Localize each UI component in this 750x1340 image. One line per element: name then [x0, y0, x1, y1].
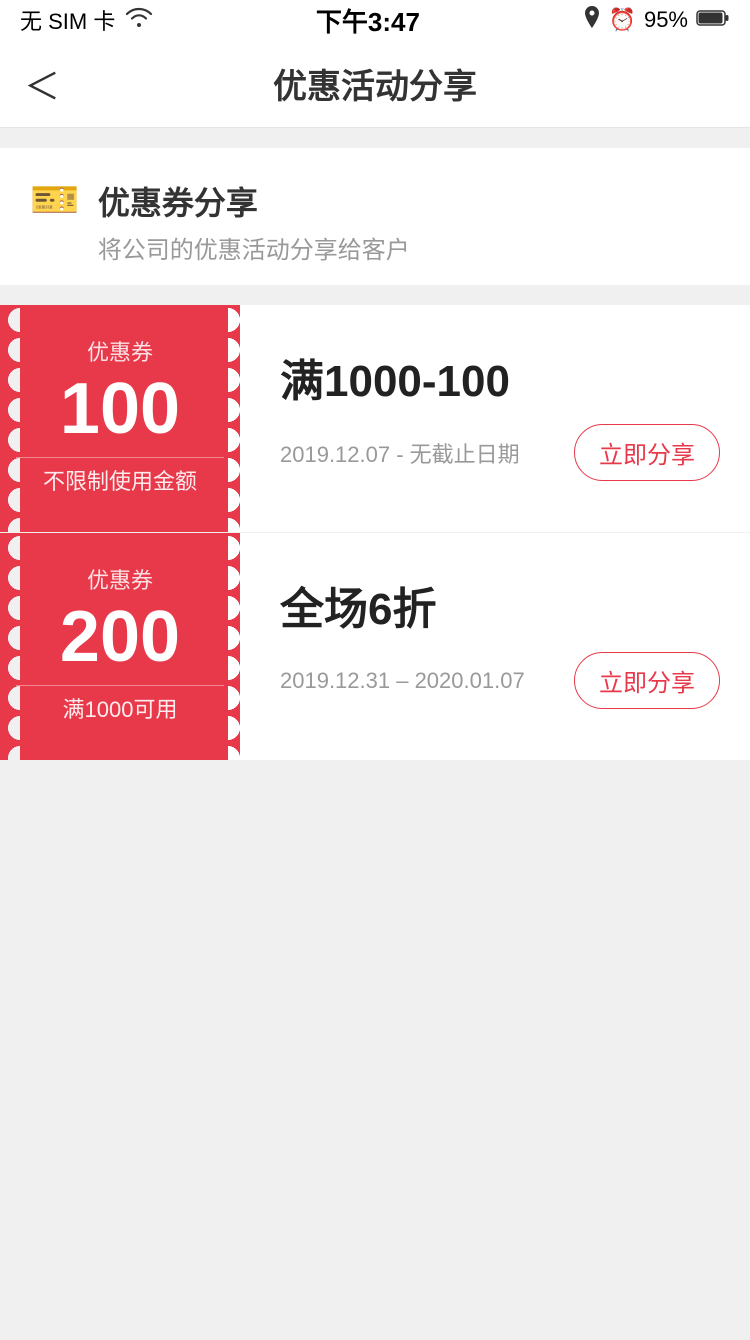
bottom-area — [0, 760, 750, 1340]
alarm-icon: ⏰ — [609, 7, 636, 33]
wifi-icon — [125, 7, 153, 33]
coupon-left-1: 优惠券 100 不限制使用金额 — [0, 305, 240, 532]
section-subtext: 将公司的优惠活动分享给客户 — [98, 230, 410, 265]
section-text: 优惠券分享 将公司的优惠活动分享给客户 — [98, 178, 410, 265]
coupon-type-1: 优惠券 — [87, 335, 153, 367]
coupon-share-icon: 🎫 — [30, 180, 80, 220]
coupon-meta-2: 2019.12.31 – 2020.01.07 立即分享 — [280, 652, 720, 709]
coupon-list: 优惠券 100 不限制使用金额 满1000-100 2019.12.07 - 无… — [0, 305, 750, 760]
location-icon — [583, 6, 601, 34]
status-left: 无 SIM 卡 — [20, 4, 153, 36]
nav-title: 优惠活动分享 — [273, 59, 477, 108]
coupon-date-2: 2019.12.31 – 2020.01.07 — [280, 668, 525, 694]
coupon-left-2: 优惠券 200 满1000可用 — [0, 533, 240, 760]
coupon-meta-1: 2019.12.07 - 无截止日期 立即分享 — [280, 424, 720, 481]
back-button[interactable]: ＜ — [24, 58, 60, 110]
share-button-2[interactable]: 立即分享 — [574, 652, 720, 709]
coupon-title-1: 满1000-100 — [280, 356, 720, 409]
coupon-item-2: 优惠券 200 满1000可用 全场6折 2019.12.31 – 2020.0… — [0, 533, 750, 760]
sim-label: 无 SIM 卡 — [20, 4, 115, 36]
coupon-type-2: 优惠券 — [87, 563, 153, 595]
coupon-item: 优惠券 100 不限制使用金额 满1000-100 2019.12.07 - 无… — [0, 305, 750, 533]
battery-percent: 95% — [644, 7, 688, 33]
coupon-condition-2: 满1000可用 — [16, 685, 224, 730]
section-heading: 优惠券分享 — [98, 178, 410, 224]
status-bar: 无 SIM 卡 下午3:47 ⏰ 95% — [0, 0, 750, 40]
coupon-date-1: 2019.12.07 - 无截止日期 — [280, 437, 520, 469]
coupon-value-1: 100 — [60, 373, 180, 445]
status-time: 下午3:47 — [316, 2, 420, 39]
share-button-1[interactable]: 立即分享 — [574, 424, 720, 481]
nav-bar: ＜ 优惠活动分享 — [0, 40, 750, 128]
section-header: 🎫 优惠券分享 将公司的优惠活动分享给客户 — [0, 148, 750, 285]
coupon-right-2: 全场6折 2019.12.31 – 2020.01.07 立即分享 — [240, 533, 750, 760]
coupon-right-1: 满1000-100 2019.12.07 - 无截止日期 立即分享 — [240, 305, 750, 532]
coupon-value-2: 200 — [60, 601, 180, 673]
battery-icon — [696, 7, 730, 33]
coupon-title-2: 全场6折 — [280, 584, 720, 637]
status-right: ⏰ 95% — [583, 6, 730, 34]
coupon-condition-1: 不限制使用金额 — [16, 457, 224, 502]
